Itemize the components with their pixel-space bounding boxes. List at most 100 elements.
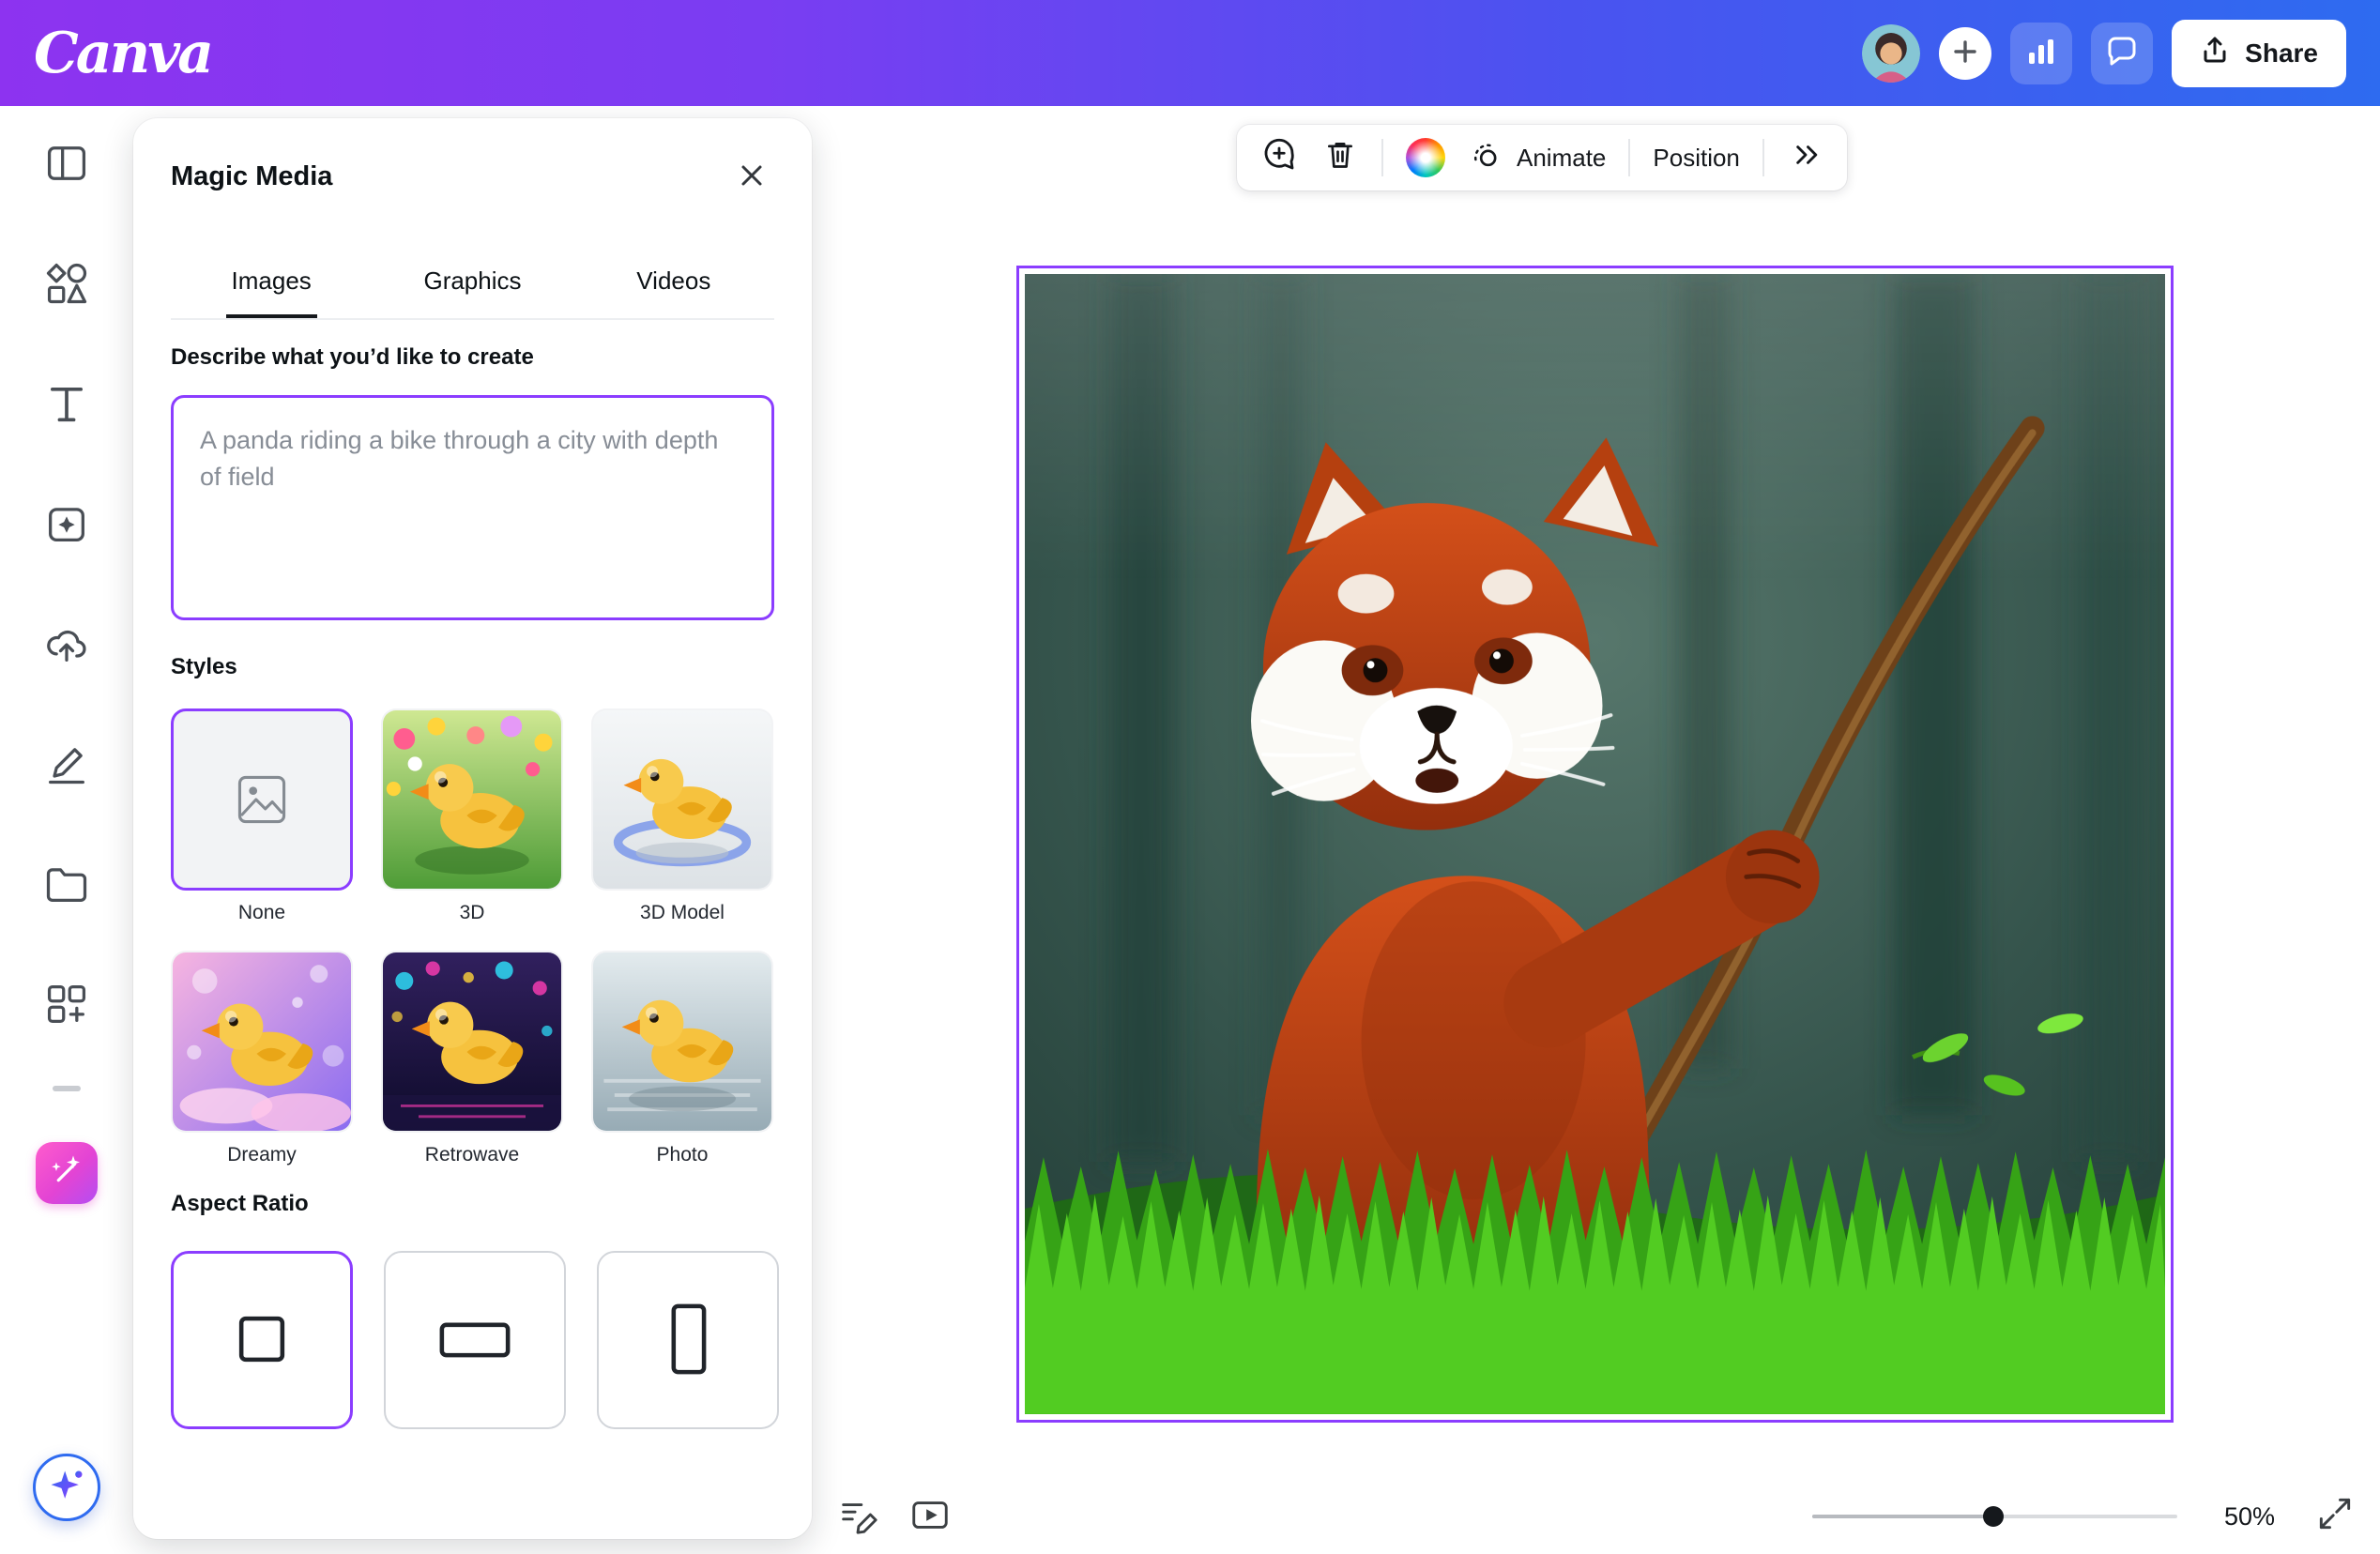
top-bar-actions: Share bbox=[1862, 20, 2346, 87]
selected-image[interactable] bbox=[1016, 266, 2174, 1423]
close-panel-button[interactable] bbox=[729, 154, 774, 199]
text-icon bbox=[42, 379, 91, 431]
more-tools-button[interactable] bbox=[1787, 136, 1824, 180]
sidebar-item-magic-media[interactable] bbox=[36, 1142, 98, 1204]
share-icon bbox=[2200, 35, 2230, 71]
present-button[interactable] bbox=[906, 1492, 954, 1541]
add-icon bbox=[1951, 38, 1979, 69]
zoom-fill bbox=[1812, 1515, 1993, 1518]
sidebar-item-text[interactable] bbox=[37, 374, 97, 434]
magic-media-icon bbox=[47, 1152, 86, 1195]
canva-assistant-icon bbox=[46, 1466, 87, 1510]
sidebar-item-uploads[interactable] bbox=[37, 615, 97, 675]
aspect-ratio-heading: Aspect Ratio bbox=[171, 1191, 774, 1217]
delete-button[interactable] bbox=[1321, 136, 1359, 180]
brand-icon bbox=[42, 499, 91, 551]
style-label: Retrowave bbox=[381, 1144, 563, 1166]
panel-title: Magic Media bbox=[171, 161, 332, 192]
top-bar: Canva bbox=[0, 0, 2380, 106]
elements-icon bbox=[42, 259, 91, 311]
style-label: 3D bbox=[381, 902, 563, 924]
aspect-landscape-button[interactable] bbox=[384, 1251, 566, 1429]
sidebar-item-elements[interactable] bbox=[37, 254, 97, 314]
design-icon bbox=[42, 139, 91, 190]
notes-button[interactable] bbox=[833, 1492, 882, 1541]
canva-editor: Canva bbox=[0, 0, 2380, 1554]
style-thumbnail bbox=[381, 708, 563, 891]
aspect-square-button[interactable] bbox=[171, 1251, 353, 1429]
style-option-photo[interactable]: Photo bbox=[591, 951, 773, 1166]
add-comment-button[interactable] bbox=[1259, 135, 1299, 181]
style-label: 3D Model bbox=[591, 902, 773, 924]
style-option-none[interactable]: None bbox=[171, 708, 353, 924]
sidebar-rail bbox=[0, 106, 133, 1554]
notes-icon bbox=[836, 1494, 879, 1540]
sidebar-item-projects[interactable] bbox=[37, 855, 97, 915]
tab-images[interactable]: Images bbox=[171, 253, 372, 318]
sidebar-item-apps[interactable] bbox=[37, 975, 97, 1035]
toolbar-divider bbox=[1381, 139, 1383, 176]
sidebar-item-design[interactable] bbox=[37, 134, 97, 194]
draw-icon bbox=[42, 739, 91, 791]
style-label: Dreamy bbox=[171, 1144, 353, 1166]
styles-heading: Styles bbox=[171, 654, 774, 680]
color-wheel-icon bbox=[1406, 138, 1445, 177]
style-label: Photo bbox=[591, 1144, 773, 1166]
panel-header: Magic Media bbox=[171, 118, 774, 199]
style-option-3d[interactable]: 3D bbox=[381, 708, 563, 924]
rail-divider bbox=[53, 1086, 81, 1091]
image-placeholder-icon bbox=[233, 770, 291, 829]
style-option-retrowave[interactable]: Retrowave bbox=[381, 951, 563, 1166]
tab-videos[interactable]: Videos bbox=[573, 253, 774, 318]
style-option-dreamy[interactable]: Dreamy bbox=[171, 951, 353, 1166]
red-panda-image bbox=[1025, 274, 2165, 1414]
add-button[interactable] bbox=[1939, 27, 1991, 80]
square-ratio-icon bbox=[171, 1250, 353, 1431]
toolbar-divider bbox=[1628, 139, 1630, 176]
avatar[interactable] bbox=[1862, 24, 1920, 83]
analytics-button[interactable] bbox=[2010, 23, 2072, 84]
close-icon bbox=[736, 160, 768, 194]
fullscreen-button[interactable] bbox=[2311, 1490, 2359, 1539]
more-chevron-icon bbox=[1787, 136, 1824, 180]
uploads-icon bbox=[42, 619, 91, 671]
sidebar-item-brand[interactable] bbox=[37, 495, 97, 555]
animate-label: Animate bbox=[1517, 144, 1606, 173]
aspect-portrait-button[interactable] bbox=[597, 1251, 779, 1429]
analytics-icon bbox=[2023, 34, 2059, 72]
position-button[interactable]: Position bbox=[1653, 144, 1740, 173]
zoom-knob[interactable] bbox=[1983, 1506, 2004, 1527]
style-thumbnail bbox=[591, 708, 773, 891]
style-option-3d-model[interactable]: 3D Model bbox=[591, 708, 773, 924]
magic-media-panel: Magic Media Images Graphics Videos Descr… bbox=[133, 118, 812, 1539]
prompt-input[interactable] bbox=[171, 395, 774, 620]
animate-button[interactable]: Animate bbox=[1468, 136, 1606, 180]
share-button[interactable]: Share bbox=[2172, 20, 2346, 87]
canvas-toolbar: Animate Position bbox=[1237, 125, 1847, 190]
sidebar-item-draw[interactable] bbox=[37, 735, 97, 795]
tab-graphics[interactable]: Graphics bbox=[372, 253, 572, 318]
zoom-slider[interactable] bbox=[1812, 1500, 2177, 1533]
style-label: None bbox=[171, 902, 353, 924]
aspect-ratio-options bbox=[171, 1251, 774, 1429]
comments-button[interactable] bbox=[2091, 23, 2153, 84]
zoom-level[interactable]: 50% bbox=[2207, 1502, 2292, 1531]
canva-logo[interactable]: Canva bbox=[34, 25, 211, 82]
position-label: Position bbox=[1653, 144, 1740, 173]
canva-assistant-button[interactable] bbox=[33, 1454, 100, 1521]
landscape-ratio-icon bbox=[384, 1250, 566, 1431]
style-thumbnail bbox=[591, 951, 773, 1133]
share-label: Share bbox=[2245, 38, 2318, 69]
apps-icon bbox=[42, 980, 91, 1031]
color-picker-button[interactable] bbox=[1406, 138, 1445, 177]
style-thumbnail bbox=[171, 708, 353, 891]
panel-tabs: Images Graphics Videos bbox=[171, 253, 774, 320]
add-comment-icon bbox=[1259, 135, 1299, 181]
chat-icon bbox=[2103, 33, 2141, 73]
present-icon bbox=[908, 1494, 952, 1540]
projects-icon bbox=[42, 860, 91, 911]
style-thumbnail bbox=[381, 951, 563, 1133]
prompt-heading: Describe what you’d like to create bbox=[171, 344, 774, 371]
portrait-ratio-icon bbox=[597, 1250, 779, 1431]
trash-icon bbox=[1321, 136, 1359, 180]
